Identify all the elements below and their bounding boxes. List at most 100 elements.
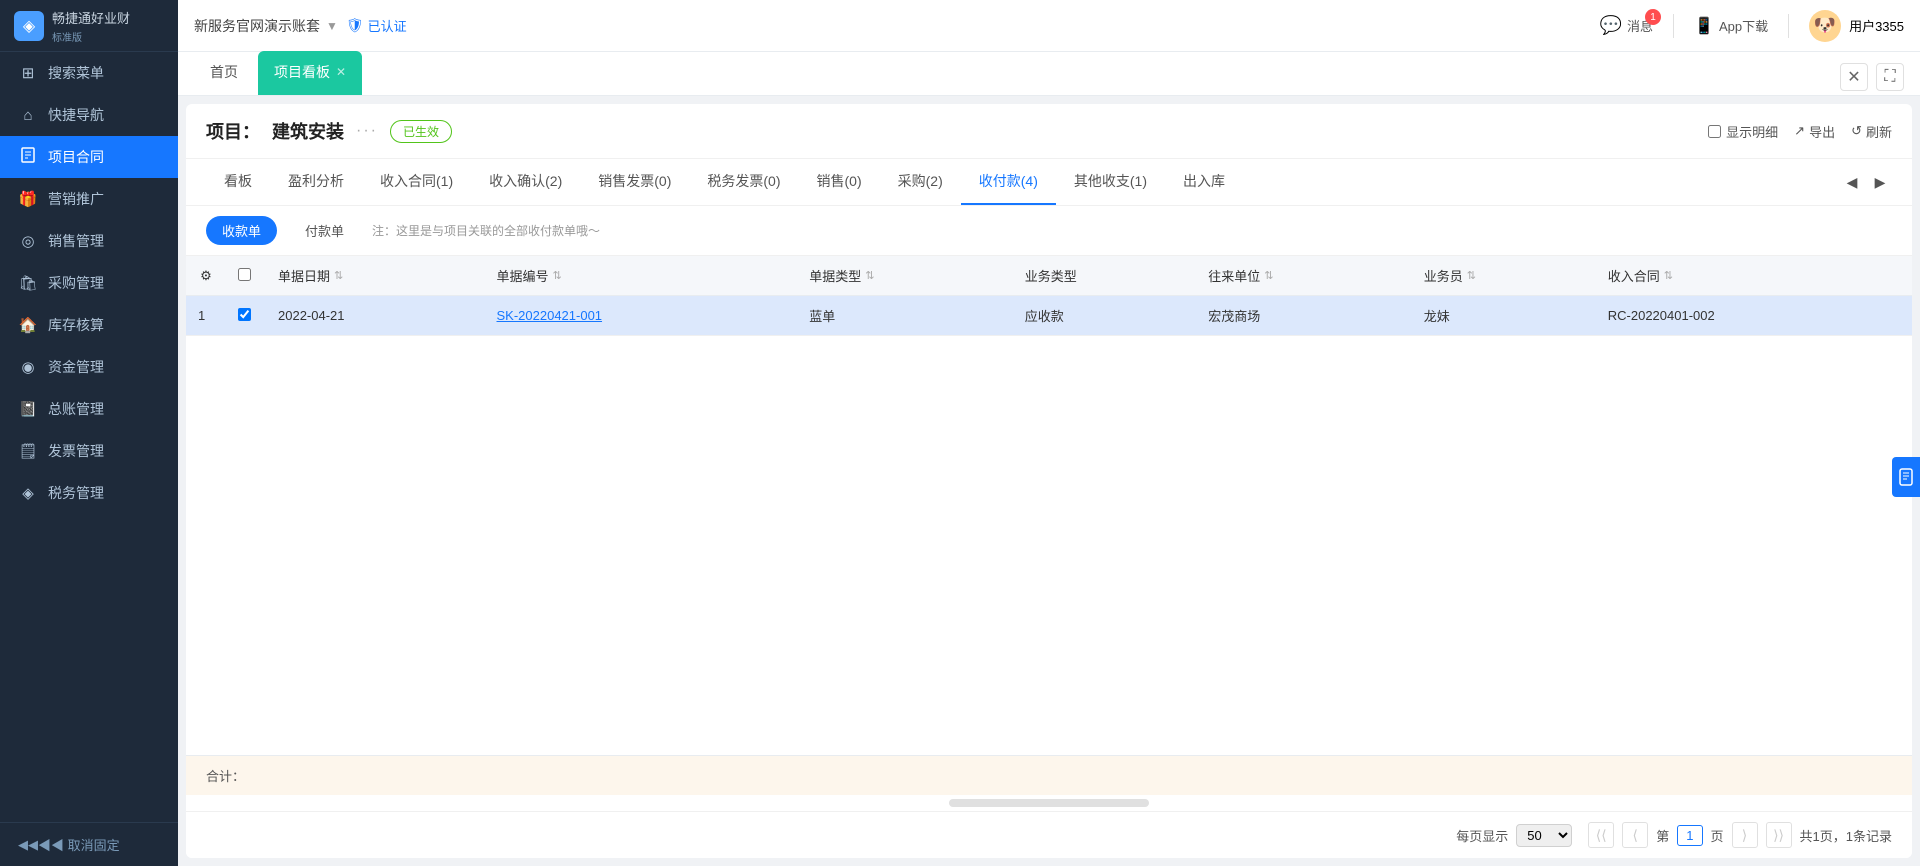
purchase-icon: 🛍	[18, 274, 38, 292]
user-menu[interactable]: 🐶 用户3355	[1809, 10, 1904, 42]
subtab-purchase[interactable]: 采购(2)	[880, 159, 961, 205]
page-size-label: 每页显示	[1456, 826, 1508, 845]
page-suffix: 页	[1711, 826, 1724, 845]
pagination: 每页显示 20 50 100 200 ⟨⟨ ⟨ 第 1 页 ⟩ ⟩⟩ 共1页，1…	[186, 811, 1912, 858]
subtab-bar: 看板 盈利分析 收入合同(1) 收入确认(2) 销售发票(0) 税务发票(0) …	[186, 159, 1912, 206]
sort-icon-salesperson: ⇅	[1467, 269, 1476, 282]
subtab-tax-invoice[interactable]: 税务发票(0)	[689, 159, 798, 205]
row-checkbox-input[interactable]	[238, 308, 251, 321]
capital-icon: ◉	[18, 358, 38, 376]
subtab-income-confirm[interactable]: 收入确认(2)	[471, 159, 580, 205]
refresh-label: 刷新	[1866, 122, 1892, 141]
row-checkbox[interactable]	[226, 296, 266, 336]
tab-close-icon[interactable]: ✕	[336, 65, 346, 79]
sidebar-item-sales[interactable]: ◎ 销售管理	[0, 220, 178, 262]
receipt-toggle[interactable]: 收款单	[206, 216, 277, 245]
inventory-icon: 🏠	[18, 316, 38, 334]
export-button[interactable]: ↗ 导出	[1794, 122, 1835, 141]
app-download-label: App下载	[1719, 16, 1768, 35]
row-index: 1	[186, 296, 226, 336]
home-icon: ⌂	[18, 107, 38, 124]
th-settings[interactable]: ⚙	[186, 256, 226, 296]
table-wrapper: ⚙ 单据日期 ⇅ 单据编号	[186, 256, 1912, 755]
subtab-receipt[interactable]: 收付款(4)	[961, 159, 1056, 205]
account-name: 新服务官网演示账套	[194, 16, 320, 36]
sidebar-item-marketing[interactable]: 🎁 营销推广	[0, 178, 178, 220]
sidebar-item-purchase[interactable]: 🛍 采购管理	[0, 262, 178, 304]
page-size-select[interactable]: 20 50 100 200	[1516, 824, 1572, 847]
sidebar-item-contract[interactable]: 项目合同	[0, 136, 178, 178]
th-salesperson[interactable]: 业务员 ⇅	[1412, 256, 1596, 296]
subtab-profit[interactable]: 盈利分析	[270, 159, 362, 205]
payment-toggle[interactable]: 付款单	[289, 216, 360, 245]
show-detail-label: 显示明细	[1726, 122, 1778, 141]
th-checkbox	[226, 256, 266, 296]
float-action-button[interactable]	[1892, 457, 1920, 497]
topbar-left: 新服务官网演示账套 ▼ 🛡 已认证	[194, 16, 1588, 36]
total-info: 共1页，1条记录	[1800, 826, 1892, 845]
subtab-sales[interactable]: 销售(0)	[799, 159, 880, 205]
select-all-checkbox[interactable]	[238, 268, 251, 281]
row-date: 2022-04-21	[266, 296, 485, 336]
sidebar-item-capital[interactable]: ◉ 资金管理	[0, 346, 178, 388]
horizontal-scrollbar[interactable]	[949, 799, 1149, 807]
search-menu-icon: ⊞	[18, 64, 38, 82]
prev-page-button[interactable]: ⟨	[1622, 822, 1648, 848]
sidebar-logo: ◈ 畅捷通好业财 标准版	[0, 0, 178, 52]
tabbar-actions: ✕ ⛶	[1840, 63, 1904, 95]
subtab-warehouse[interactable]: 出入库	[1165, 159, 1243, 205]
refresh-button[interactable]: ↺ 刷新	[1851, 122, 1892, 141]
sort-icon-type: ⇅	[865, 269, 874, 282]
next-page-button[interactable]: ⟩	[1732, 822, 1758, 848]
current-page: 1	[1677, 825, 1702, 846]
sidebar-item-ledger[interactable]: 📓 总账管理	[0, 388, 178, 430]
tab-home-label: 首页	[210, 62, 238, 82]
subtab-kanban[interactable]: 看板	[206, 159, 270, 205]
show-detail-input[interactable]	[1708, 125, 1721, 138]
th-no[interactable]: 单据编号 ⇅	[485, 256, 798, 296]
refresh-icon: ↺	[1851, 123, 1862, 139]
sidebar-item-tax[interactable]: ◈ 税务管理	[0, 472, 178, 514]
status-badge: 已生效	[390, 120, 452, 143]
show-detail-checkbox[interactable]: 显示明细	[1708, 122, 1778, 141]
sort-icon-no: ⇅	[553, 269, 562, 282]
tab-home[interactable]: 首页	[194, 51, 254, 95]
row-no[interactable]: SK-20220421-001	[485, 296, 798, 336]
th-biz-type: 业务类型	[1013, 256, 1197, 296]
sidebar-unpin[interactable]: ◀◀ ◀◀ 取消固定	[0, 822, 178, 866]
subtab-next-btn[interactable]: ▶	[1868, 170, 1892, 194]
content-panel: 项目： 建筑安装 ··· 已生效 显示明细 ↗ 导出 ↺ 刷新	[186, 104, 1912, 858]
subtab-nav: ◀ ▶	[1840, 170, 1892, 194]
receipt-table: ⚙ 单据日期 ⇅ 单据编号	[186, 256, 1912, 336]
message-button[interactable]: 💬 消息 1	[1600, 15, 1653, 36]
subtab-sales-invoice[interactable]: 销售发票(0)	[580, 159, 689, 205]
th-income-contract[interactable]: 收入合同 ⇅	[1596, 256, 1912, 296]
app-download-button[interactable]: 📱 App下载	[1694, 16, 1768, 36]
message-icon: 💬	[1600, 15, 1622, 36]
sidebar-scroll: ⊞ 搜索菜单 ⌂ 快捷导航 项目合同 🎁 营销推广 ◎ 销售管理 🛍 采购管理 …	[0, 52, 178, 822]
close-window-button[interactable]: ✕	[1840, 63, 1868, 91]
sort-icon-date: ⇅	[334, 269, 343, 282]
subtab-prev-btn[interactable]: ◀	[1840, 170, 1864, 194]
table-row[interactable]: 1 2022-04-21 SK-20220421-001 蓝单 应收款 宏茂商场…	[186, 296, 1912, 336]
th-partner[interactable]: 往来单位 ⇅	[1196, 256, 1411, 296]
last-page-button[interactable]: ⟩⟩	[1766, 822, 1792, 848]
subtab-income-contract[interactable]: 收入合同(1)	[362, 159, 471, 205]
th-date[interactable]: 单据日期 ⇅	[266, 256, 485, 296]
th-type[interactable]: 单据类型 ⇅	[797, 256, 1012, 296]
row-salesperson: 龙妹	[1412, 296, 1596, 336]
sidebar-item-invoice[interactable]: 🗒 发票管理	[0, 430, 178, 472]
tab-project-board-label: 项目看板	[274, 62, 330, 82]
maximize-button[interactable]: ⛶	[1876, 63, 1904, 91]
first-page-button[interactable]: ⟨⟨	[1588, 822, 1614, 848]
sales-icon: ◎	[18, 232, 38, 250]
account-selector[interactable]: 新服务官网演示账套 ▼	[194, 16, 338, 36]
sidebar-item-quicknav[interactable]: ⌂ 快捷导航	[0, 94, 178, 136]
row-partner: 宏茂商场	[1196, 296, 1411, 336]
more-options-button[interactable]: ···	[356, 122, 378, 140]
tab-project-board[interactable]: 项目看板 ✕	[258, 51, 362, 95]
sidebar-item-search[interactable]: ⊞ 搜索菜单	[0, 52, 178, 94]
export-label: 导出	[1809, 122, 1835, 141]
subtab-other-expense[interactable]: 其他收支(1)	[1056, 159, 1165, 205]
sidebar-item-inventory[interactable]: 🏠 库存核算	[0, 304, 178, 346]
